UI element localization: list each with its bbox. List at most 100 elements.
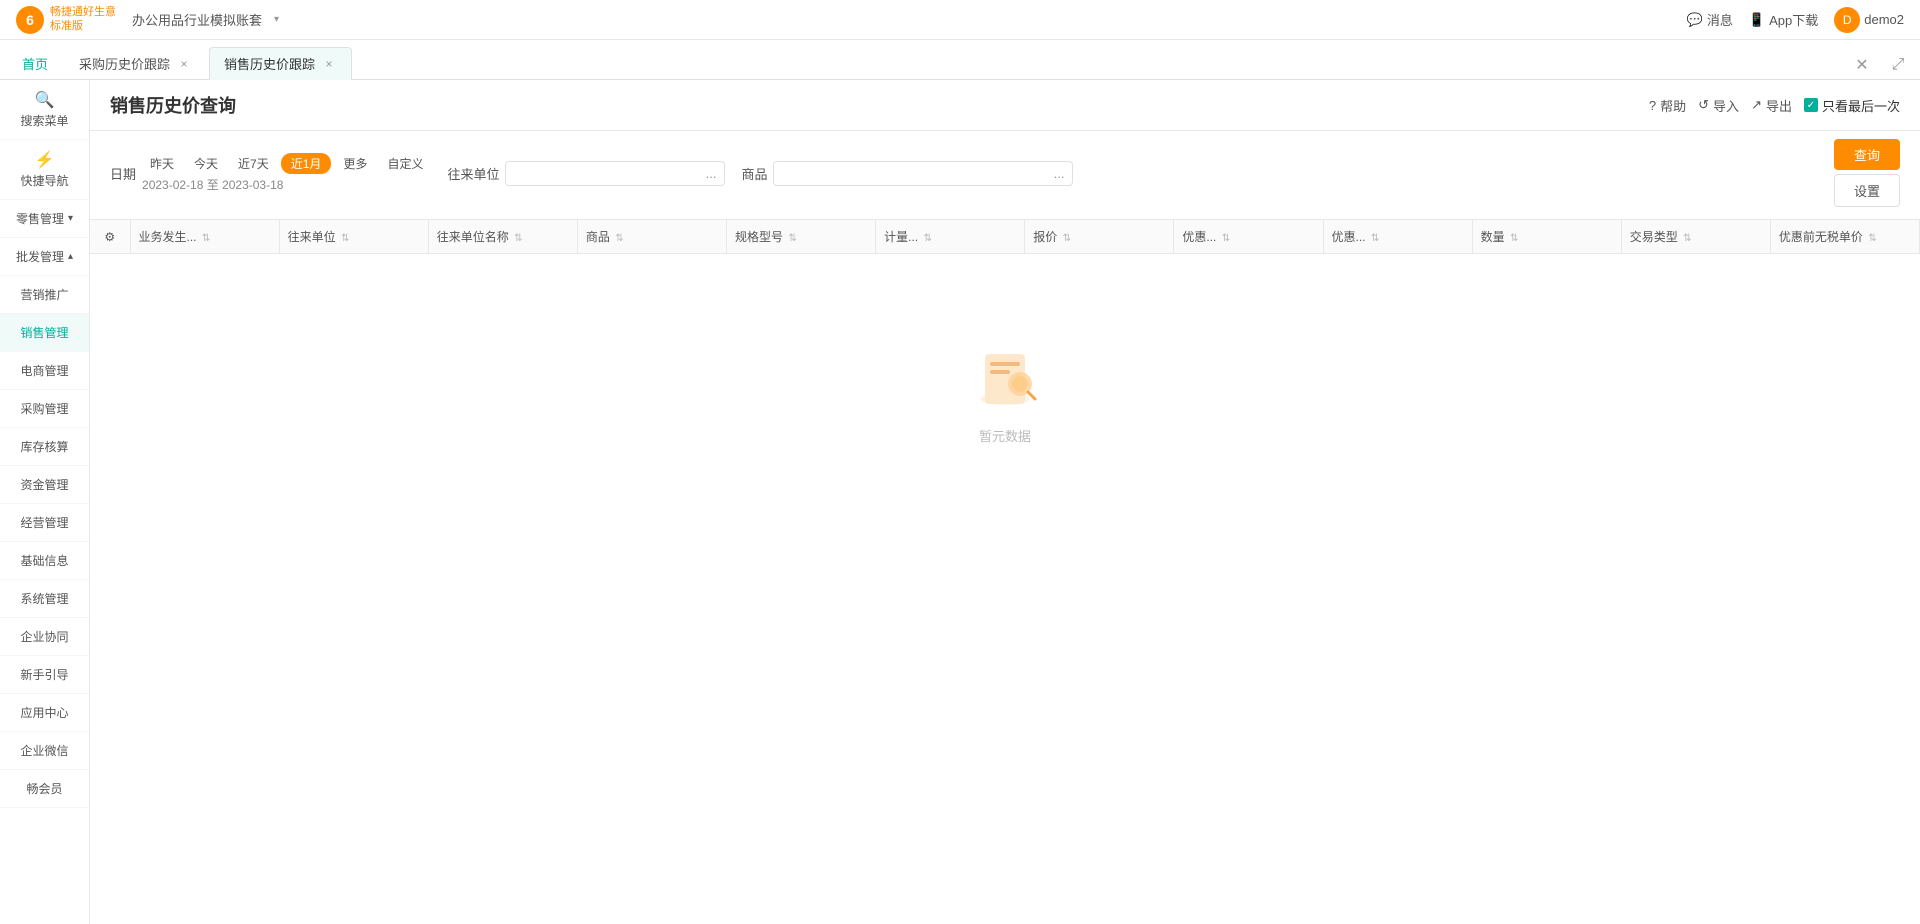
date-btn-7days[interactable]: 近7天: [230, 153, 277, 174]
table-header-row: ⚙ 业务发生... ⇅ 往来单位 ⇅ 往来单位名称 ⇅: [90, 220, 1920, 254]
page-title-row: 销售历史价查询 ? 帮助 ↺ 导入 ↗ 导出 ✓: [110, 92, 1900, 118]
goods-label: 商品: [741, 164, 767, 183]
tab-purchase-label: 采购历史价跟踪: [79, 54, 170, 73]
sidebar-item-wholesale[interactable]: 批发管理 ▴: [0, 238, 89, 276]
sidebar-item-system[interactable]: 系统管理: [0, 580, 89, 618]
help-btn[interactable]: ? 帮助: [1649, 96, 1686, 115]
sidebar-item-purchase-mgmt[interactable]: 采购管理: [0, 390, 89, 428]
sort-bizdate-icon: ⇅: [202, 233, 210, 244]
import-btn[interactable]: ↺ 导入: [1698, 96, 1739, 115]
table-col-tradetype[interactable]: 交易类型 ⇅: [1621, 220, 1770, 254]
message-btn[interactable]: 💬 消息: [1687, 10, 1733, 29]
sidebar: 🔍 搜索菜单 ⚡ 快捷导航 零售管理 ▾ 批发管理 ▴ 营销推广 销售管理 电商…: [0, 80, 90, 924]
table-col-partnername[interactable]: 往来单位名称 ⇅: [428, 220, 577, 254]
system-dropdown-icon[interactable]: ▾: [274, 14, 279, 25]
sidebar-item-marketing[interactable]: 营销推广: [0, 276, 89, 314]
logo-icon: 6: [16, 6, 44, 34]
sidebar-item-operations[interactable]: 经营管理: [0, 504, 89, 542]
top-bar: 6 畅捷通好生意 标准版 办公用品行业模拟账套 ▾ 💬 消息 📱 App下载 D…: [0, 0, 1920, 40]
settings-button[interactable]: 设置: [1834, 174, 1900, 207]
tab-sales-close[interactable]: ×: [321, 56, 337, 72]
system-title: 办公用品行业模拟账套: [132, 10, 262, 29]
sidebar-item-basic[interactable]: 基础信息: [0, 542, 89, 580]
sort-partnername-icon: ⇅: [514, 233, 522, 244]
table-col-partnercode[interactable]: 往来单位 ⇅: [279, 220, 428, 254]
partner-ellipsis-btn[interactable]: ...: [706, 166, 717, 181]
sort-tradetype-icon: ⇅: [1683, 233, 1691, 244]
sidebar-item-retail[interactable]: 零售管理 ▾: [0, 200, 89, 238]
page-actions: ? 帮助 ↺ 导入 ↗ 导出 ✓ 只看最后一次: [1649, 96, 1900, 115]
tab-bar-actions: ✕ ⤢: [1848, 51, 1912, 79]
table-col-spec[interactable]: 规格型号 ⇅: [727, 220, 876, 254]
partner-input[interactable]: ...: [505, 161, 725, 186]
table-col-gear[interactable]: ⚙: [90, 220, 130, 254]
sidebar-item-member[interactable]: 畅会员: [0, 770, 89, 808]
tab-bar: 首页 采购历史价跟踪 × 销售历史价跟踪 × ✕ ⤢: [0, 40, 1920, 80]
table-col-discount2[interactable]: 优惠... ⇅: [1323, 220, 1472, 254]
filter-row: 日期 昨天 今天 近7天 近1月 更多 自定义 2023-02-18 至 202…: [110, 139, 1900, 207]
sidebar-item-ecommerce[interactable]: 电商管理: [0, 352, 89, 390]
sidebar-item-apps[interactable]: 应用中心: [0, 694, 89, 732]
sort-price-icon: ⇅: [1063, 233, 1071, 244]
tab-home-label: 首页: [22, 54, 48, 73]
sidebar-item-enterprise[interactable]: 企业协同: [0, 618, 89, 656]
sidebar-item-sales-mgmt[interactable]: 销售管理: [0, 314, 89, 352]
table-col-discount1[interactable]: 优惠... ⇅: [1174, 220, 1323, 254]
sidebar-item-wechat[interactable]: 企业微信: [0, 732, 89, 770]
sort-discount1-icon: ⇅: [1222, 233, 1230, 244]
tab-purchase[interactable]: 采购历史价跟踪 ×: [64, 47, 207, 79]
filter-goods-item: 商品 ...: [741, 161, 1073, 186]
sort-discount2-icon: ⇅: [1371, 233, 1379, 244]
table-col-unit[interactable]: 计量... ⇅: [876, 220, 1025, 254]
sort-goods-icon: ⇅: [615, 233, 623, 244]
logo-text: 畅捷通好生意 标准版: [50, 6, 116, 32]
date-btn-more[interactable]: 更多: [335, 153, 375, 174]
empty-text: 暂元数据: [979, 426, 1031, 445]
tab-sales[interactable]: 销售历史价跟踪 ×: [209, 47, 352, 79]
page-title: 销售历史价查询: [110, 92, 236, 118]
date-btn-custom[interactable]: 自定义: [379, 153, 431, 174]
filter-date-col: 昨天 今天 近7天 近1月 更多 自定义 2023-02-18 至 2023-0…: [142, 153, 431, 193]
query-button[interactable]: 查询: [1834, 139, 1900, 170]
sidebar-item-search[interactable]: 🔍 搜索菜单: [0, 80, 89, 140]
close-window-btn[interactable]: ✕: [1848, 51, 1876, 79]
sidebar-item-guide[interactable]: 新手引导: [0, 656, 89, 694]
filter-bar: 日期 昨天 今天 近7天 近1月 更多 自定义 2023-02-18 至 202…: [90, 131, 1920, 220]
date-btn-yesterday[interactable]: 昨天: [142, 153, 182, 174]
date-range: 2023-02-18 至 2023-03-18: [142, 176, 431, 193]
maximize-btn[interactable]: ⤢: [1884, 51, 1912, 79]
table-col-pretaxprice[interactable]: 优惠前无税单价 ⇅: [1770, 220, 1919, 254]
app-download-btn[interactable]: 📱 App下载: [1749, 10, 1818, 29]
sidebar-item-shortcut[interactable]: ⚡ 快捷导航: [0, 140, 89, 200]
date-btn-1month[interactable]: 近1月: [281, 153, 332, 174]
sort-qty-icon: ⇅: [1510, 233, 1518, 244]
export-icon: ↗: [1751, 97, 1762, 113]
sidebar-item-finance[interactable]: 资金管理: [0, 466, 89, 504]
date-btn-today[interactable]: 今天: [186, 153, 226, 174]
table-col-goods[interactable]: 商品 ⇅: [577, 220, 726, 254]
table-col-bizdate[interactable]: 业务发生... ⇅: [130, 220, 279, 254]
search-icon: 🔍: [35, 90, 55, 110]
retail-expand-icon: ▾: [68, 213, 73, 224]
top-bar-right: 💬 消息 📱 App下载 D demo2: [1687, 7, 1904, 33]
sort-spec-icon: ⇅: [788, 233, 796, 244]
goods-ellipsis-btn[interactable]: ...: [1054, 166, 1065, 181]
user-menu[interactable]: D demo2: [1834, 7, 1904, 33]
message-icon: 💬: [1687, 12, 1703, 28]
only-latest-checkbox[interactable]: ✓ 只看最后一次: [1804, 96, 1900, 115]
table-col-qty[interactable]: 数量 ⇅: [1472, 220, 1621, 254]
tab-home[interactable]: 首页: [8, 47, 62, 79]
sidebar-item-inventory[interactable]: 库存核算: [0, 428, 89, 466]
tab-sales-label: 销售历史价跟踪: [224, 54, 315, 73]
gear-icon[interactable]: ⚙: [104, 230, 115, 244]
content-area: 销售历史价查询 ? 帮助 ↺ 导入 ↗ 导出 ✓: [90, 80, 1920, 924]
empty-icon: [965, 334, 1045, 414]
goods-input[interactable]: ...: [773, 161, 1073, 186]
empty-state: 暂元数据: [90, 254, 1920, 525]
table-col-price[interactable]: 报价 ⇅: [1025, 220, 1174, 254]
date-label: 日期: [110, 164, 136, 183]
top-bar-left: 6 畅捷通好生意 标准版 办公用品行业模拟账套 ▾: [16, 6, 279, 34]
export-btn[interactable]: ↗ 导出: [1751, 96, 1792, 115]
tab-purchase-close[interactable]: ×: [176, 56, 192, 72]
shortcut-icon: ⚡: [35, 150, 55, 170]
